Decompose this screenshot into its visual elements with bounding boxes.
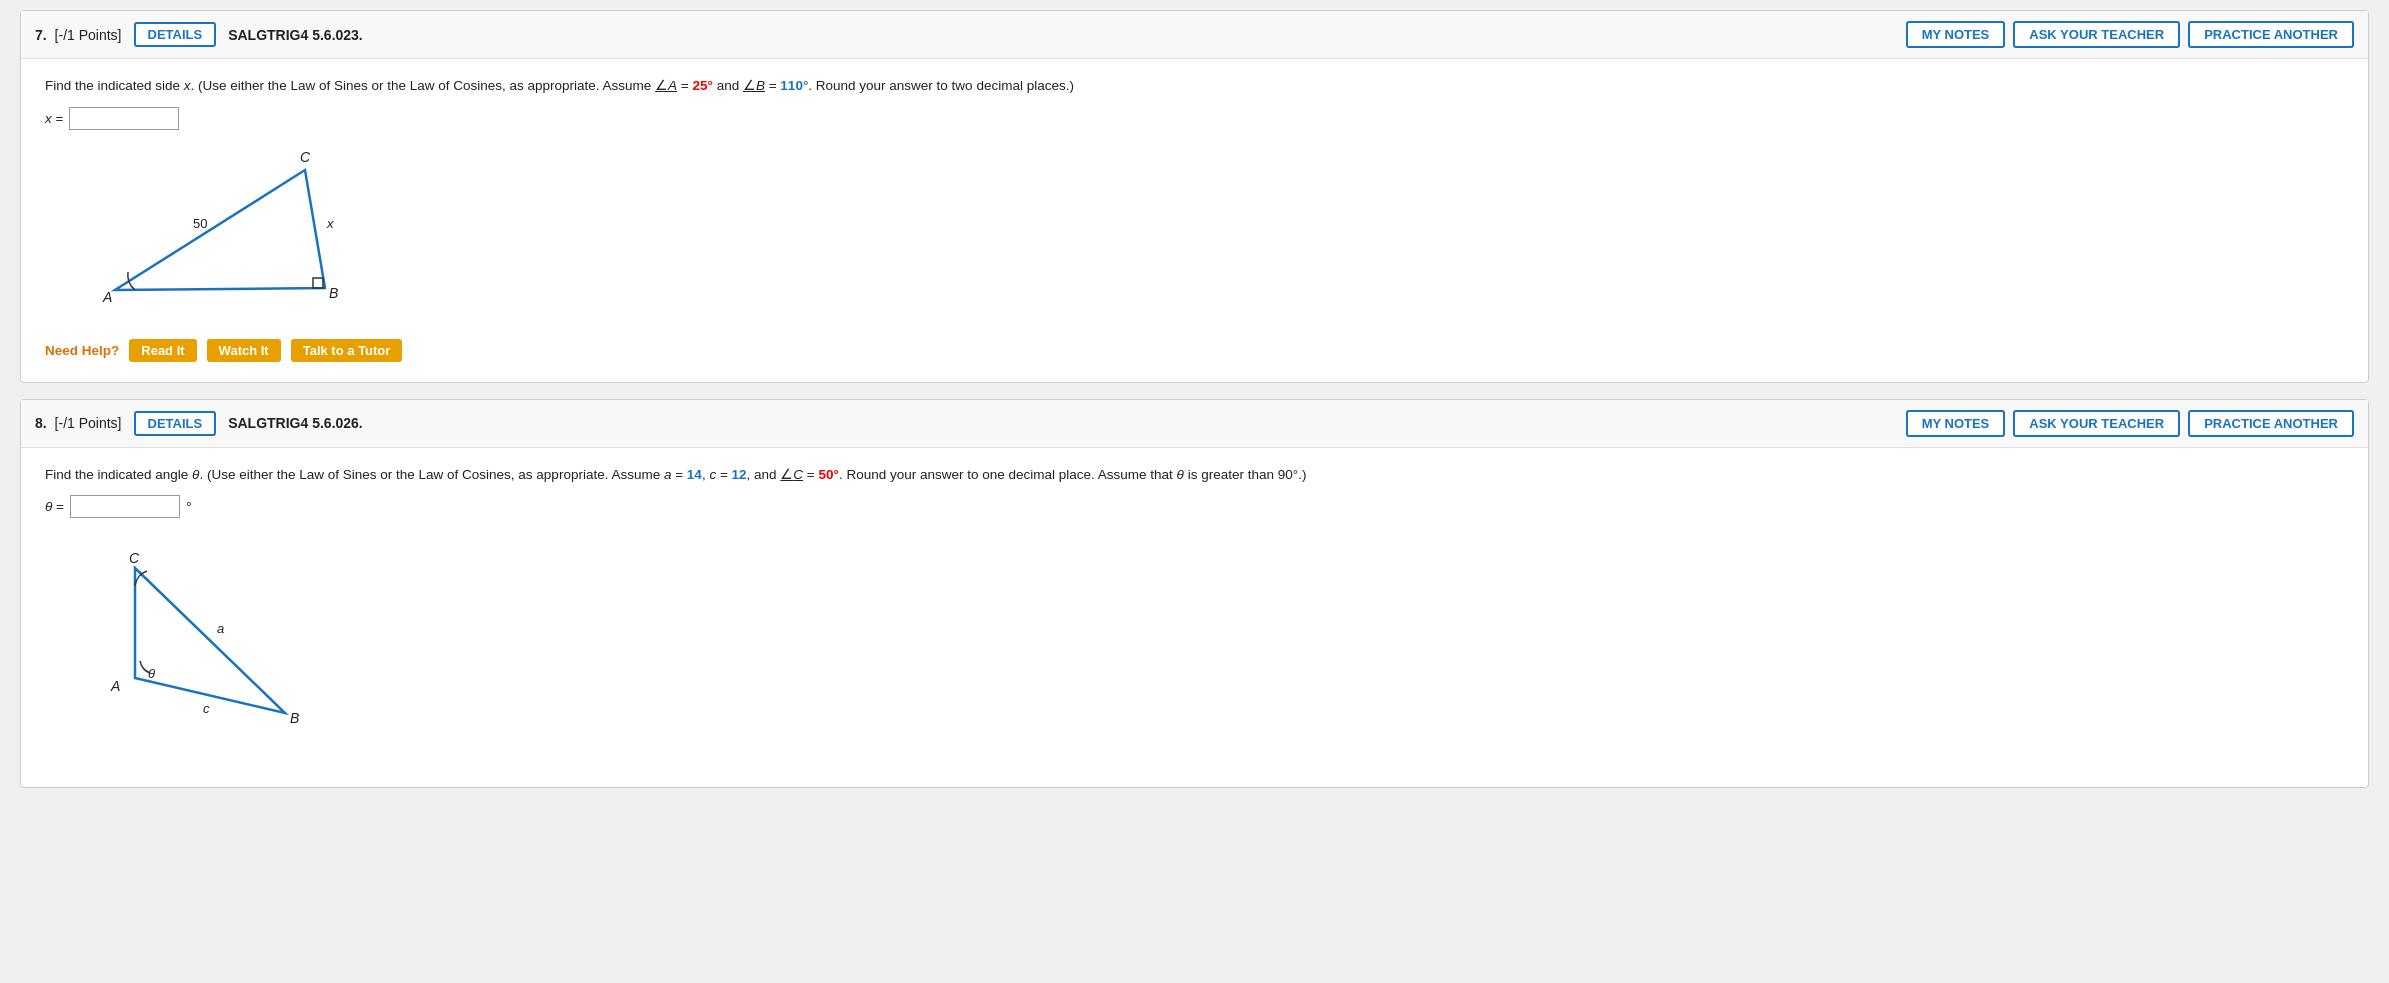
svg-text:A: A: [102, 289, 112, 305]
triangle-8-svg: C A B a c θ: [85, 528, 335, 748]
question-7-answer-row: x =: [45, 107, 2344, 130]
question-8-number: 8. [-/1 Points]: [35, 415, 122, 431]
need-help-label-7: Need Help?: [45, 343, 119, 358]
question-7-id: SALGTRIG4 5.6.023.: [228, 27, 1893, 43]
question-7-body: Find the indicated side x. (Use either t…: [21, 59, 2368, 382]
svg-text:50: 50: [193, 216, 207, 231]
question-8-details-button[interactable]: DETAILS: [134, 411, 217, 436]
my-notes-button-7[interactable]: MY NOTES: [1906, 21, 2006, 48]
svg-text:B: B: [329, 285, 338, 301]
question-7-need-help: Need Help? Read It Watch It Talk to a Tu…: [45, 339, 2344, 362]
svg-text:C: C: [300, 149, 311, 165]
question-8-id: SALGTRIG4 5.6.026.: [228, 415, 1893, 431]
practice-another-button-7[interactable]: PRACTICE ANOTHER: [2188, 21, 2354, 48]
question-8-text: Find the indicated angle θ. (Use either …: [45, 464, 2344, 486]
svg-text:B: B: [290, 710, 299, 726]
svg-text:x: x: [326, 216, 334, 231]
question-7-actions: MY NOTES ASK YOUR TEACHER PRACTICE ANOTH…: [1906, 21, 2354, 48]
page-container: 7. [-/1 Points] DETAILS SALGTRIG4 5.6.02…: [0, 0, 2389, 798]
ask-teacher-button-7[interactable]: ASK YOUR TEACHER: [2013, 21, 2180, 48]
question-7-answer-label: x =: [45, 111, 63, 126]
triangle-7-svg: C A B 50 x: [85, 140, 365, 320]
question-8-header: 8. [-/1 Points] DETAILS SALGTRIG4 5.6.02…: [21, 400, 2368, 448]
question-8-body: Find the indicated angle θ. (Use either …: [21, 448, 2368, 788]
svg-marker-7: [135, 568, 285, 713]
question-7-details-button[interactable]: DETAILS: [134, 22, 217, 47]
svg-text:c: c: [203, 701, 210, 716]
question-8-answer-label: θ =: [45, 499, 64, 514]
talk-tutor-button-7[interactable]: Talk to a Tutor: [291, 339, 403, 362]
question-7-number: 7. [-/1 Points]: [35, 27, 122, 43]
my-notes-button-8[interactable]: MY NOTES: [1906, 410, 2006, 437]
question-7-answer-input[interactable]: [69, 107, 179, 130]
svg-text:a: a: [217, 621, 224, 636]
svg-text:A: A: [110, 678, 120, 694]
svg-marker-0: [115, 170, 325, 290]
ask-teacher-button-8[interactable]: ASK YOUR TEACHER: [2013, 410, 2180, 437]
question-7-text: Find the indicated side x. (Use either t…: [45, 75, 2344, 97]
practice-another-button-8[interactable]: PRACTICE ANOTHER: [2188, 410, 2354, 437]
question-7-card: 7. [-/1 Points] DETAILS SALGTRIG4 5.6.02…: [20, 10, 2369, 383]
svg-text:C: C: [129, 550, 140, 566]
question-8-degree: °: [186, 499, 192, 515]
question-8-triangle: C A B a c θ: [85, 528, 2344, 751]
read-it-button-7[interactable]: Read It: [129, 339, 196, 362]
question-8-answer-row: θ = °: [45, 495, 2344, 518]
svg-rect-6: [313, 278, 323, 288]
svg-text:θ: θ: [148, 666, 155, 681]
question-8-answer-input[interactable]: [70, 495, 180, 518]
question-7-header: 7. [-/1 Points] DETAILS SALGTRIG4 5.6.02…: [21, 11, 2368, 59]
question-8-card: 8. [-/1 Points] DETAILS SALGTRIG4 5.6.02…: [20, 399, 2369, 789]
question-7-triangle: C A B 50 x: [85, 140, 2344, 323]
question-8-actions: MY NOTES ASK YOUR TEACHER PRACTICE ANOTH…: [1906, 410, 2354, 437]
watch-it-button-7[interactable]: Watch It: [207, 339, 281, 362]
